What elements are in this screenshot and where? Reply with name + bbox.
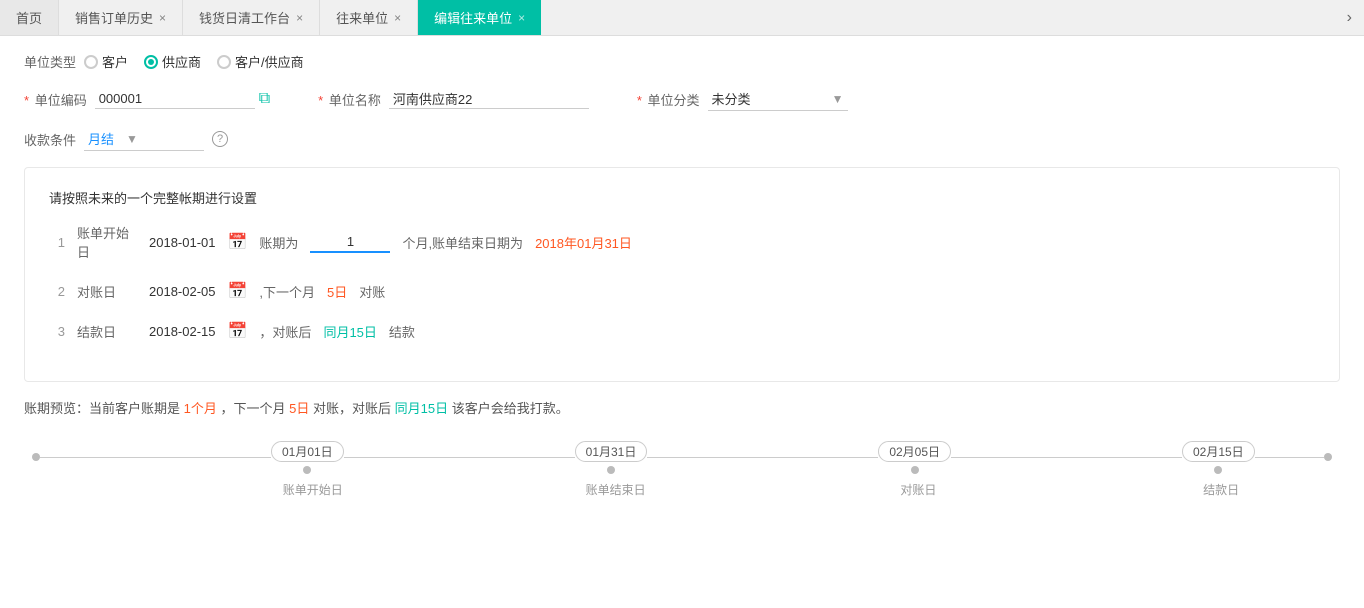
row-num-3: 3 <box>49 324 65 339</box>
row-num-2: 2 <box>49 284 65 299</box>
reconcile-date-label: 对账日 <box>77 282 137 301</box>
period-unit: 个月,账单结束日期为 <box>402 233 523 252</box>
timeline-label-2: 账单结束日 <box>586 481 646 498</box>
reconcile-date: 2018-02-05 <box>149 284 216 299</box>
timeline-node-3 <box>911 466 919 474</box>
timeline-line-4 <box>951 457 1182 458</box>
chevron-down-icon: ▼ <box>126 132 138 146</box>
timeline-nodes: 01月01日 01月31日 02月05日 02月15日 <box>32 437 1332 477</box>
timeline-line-2 <box>344 457 575 458</box>
settings-box: 请按照未来的一个完整帐期进行设置 1 账单开始日 2018-01-01 📅 账期… <box>24 167 1340 382</box>
main-content: 单位类型 客户 供应商 客户/供应商 * 单位编码 ⧉ <box>0 36 1364 608</box>
unit-type-radio-group: 客户 供应商 客户/供应商 <box>84 52 304 71</box>
timeline-node-4 <box>1214 466 1222 474</box>
radio-circle-customer <box>84 55 98 69</box>
preview-highlight-2: 5日 <box>289 401 309 416</box>
billing-start-label: 账单开始日 <box>77 223 137 261</box>
close-icon[interactable]: × <box>159 11 166 25</box>
unit-classify-group: * 单位分类 未分类 ▼ <box>637 87 848 111</box>
payment-date: 2018-02-15 <box>149 324 216 339</box>
payment-date-row: 3 结款日 2018-02-15 📅 ，对账后 同月15日 结款 <box>49 321 1315 341</box>
payment-suffix: 结款 <box>389 322 415 341</box>
unit-classify-label: * 单位分类 <box>637 90 700 109</box>
timeline-node-2 <box>607 466 615 474</box>
radio-supplier[interactable]: 供应商 <box>144 52 201 71</box>
timeline-point-3: 02月05日 <box>878 441 951 474</box>
tab-sales-history[interactable]: 销售订单历史 × <box>59 0 183 35</box>
unit-code-input[interactable] <box>95 89 255 109</box>
reconcile-day: 5日 <box>327 282 347 301</box>
calendar-icon-3[interactable]: 📅 <box>228 321 248 341</box>
billing-start-date: 2018-01-01 <box>149 235 216 250</box>
unit-type-row: 单位类型 客户 供应商 客户/供应商 <box>24 52 1340 71</box>
close-icon[interactable]: × <box>296 11 303 25</box>
preview-highlight-3: 同月15日 <box>395 401 448 416</box>
unit-name-label: * 单位名称 <box>318 90 381 109</box>
unit-type-label: 单位类型 <box>24 52 76 71</box>
tab-more-button[interactable]: › <box>1335 0 1364 35</box>
preview-highlight-1: 1个月 <box>184 401 217 416</box>
settings-title: 请按照未来的一个完整帐期进行设置 <box>49 188 1315 207</box>
billing-end-date: 2018年01月31日 <box>535 233 632 252</box>
timeline-point-2: 01月31日 <box>575 441 648 474</box>
payment-terms-label: 收款条件 <box>24 130 76 149</box>
timeline-line-end <box>1255 457 1324 458</box>
reconcile-prefix: ,下一个月 <box>259 282 315 301</box>
timeline-bubble-1: 01月01日 <box>271 441 344 462</box>
timeline-line-3 <box>647 457 878 458</box>
payment-prefix: ，对账后 <box>259 322 311 341</box>
period-input[interactable] <box>310 232 390 253</box>
radio-circle-supplier <box>144 55 158 69</box>
reconcile-date-row: 2 对账日 2018-02-05 📅 ,下一个月 5日 对账 <box>49 281 1315 301</box>
close-icon[interactable]: × <box>394 11 401 25</box>
preview-text: 账期预览：当前客户账期是 1个月 ，下一个月 5日 对账，对账后 同月15日 该… <box>24 398 1340 417</box>
period-label: 账期为 <box>259 233 298 252</box>
tab-bar: 首页 销售订单历史 × 钱货日清工作台 × 往来单位 × 编辑往来单位 × › <box>0 0 1364 36</box>
payment-date-label: 结款日 <box>77 322 137 341</box>
unit-code-label: * 单位编码 <box>24 90 87 109</box>
reconcile-suffix: 对账 <box>359 282 385 301</box>
timeline-bubble-4: 02月15日 <box>1182 441 1255 462</box>
timeline-labels: 账单开始日 账单结束日 对账日 结款日 <box>32 481 1332 498</box>
radio-customer[interactable]: 客户 <box>84 52 128 71</box>
timeline-section: 01月01日 01月31日 02月05日 02月15日 <box>24 437 1340 530</box>
timeline-label-1: 账单开始日 <box>283 481 343 498</box>
timeline-label-4: 结款日 <box>1191 481 1251 498</box>
calendar-icon-1[interactable]: 📅 <box>228 232 248 252</box>
unit-classify-select[interactable]: 未分类 ▼ <box>708 87 848 111</box>
timeline-point-4: 02月15日 <box>1182 441 1255 474</box>
timeline-bubble-3: 02月05日 <box>878 441 951 462</box>
help-icon[interactable]: ? <box>212 131 228 147</box>
timeline-start-dot <box>32 453 40 461</box>
timeline-point-1: 01月01日 <box>271 441 344 474</box>
timeline-bubble-2: 01月31日 <box>575 441 648 462</box>
payment-terms-select[interactable]: 月结 ▼ <box>84 127 204 151</box>
radio-both[interactable]: 客户/供应商 <box>217 52 304 71</box>
close-icon[interactable]: × <box>518 11 525 25</box>
copy-icon[interactable]: ⧉ <box>259 90 270 108</box>
tab-cash-daily[interactable]: 钱货日清工作台 × <box>183 0 320 35</box>
unit-details-row: * 单位编码 ⧉ * 单位名称 * 单位分类 未分类 ▼ <box>24 87 1340 111</box>
unit-code-input-wrapper: ⧉ <box>95 89 270 109</box>
payment-terms-row: 收款条件 月结 ▼ ? <box>24 127 1340 151</box>
unit-code-group: * 单位编码 ⧉ <box>24 89 270 109</box>
radio-circle-both <box>217 55 231 69</box>
unit-name-input[interactable] <box>389 89 589 109</box>
timeline-node-1 <box>303 466 311 474</box>
tab-partner[interactable]: 往来单位 × <box>320 0 418 35</box>
calendar-icon-2[interactable]: 📅 <box>228 281 248 301</box>
unit-name-group: * 单位名称 <box>318 89 589 109</box>
billing-start-row: 1 账单开始日 2018-01-01 📅 账期为 个月,账单结束日期为 2018… <box>49 223 1315 261</box>
timeline-line-1 <box>40 457 271 458</box>
tab-home[interactable]: 首页 <box>0 0 59 35</box>
tab-edit-partner[interactable]: 编辑往来单位 × <box>418 0 541 35</box>
chevron-down-icon: ▼ <box>832 92 844 106</box>
timeline-label-3: 对账日 <box>888 481 948 498</box>
payment-day: 同月15日 <box>323 322 376 341</box>
timeline-end-dot <box>1324 453 1332 461</box>
row-num-1: 1 <box>49 235 65 250</box>
